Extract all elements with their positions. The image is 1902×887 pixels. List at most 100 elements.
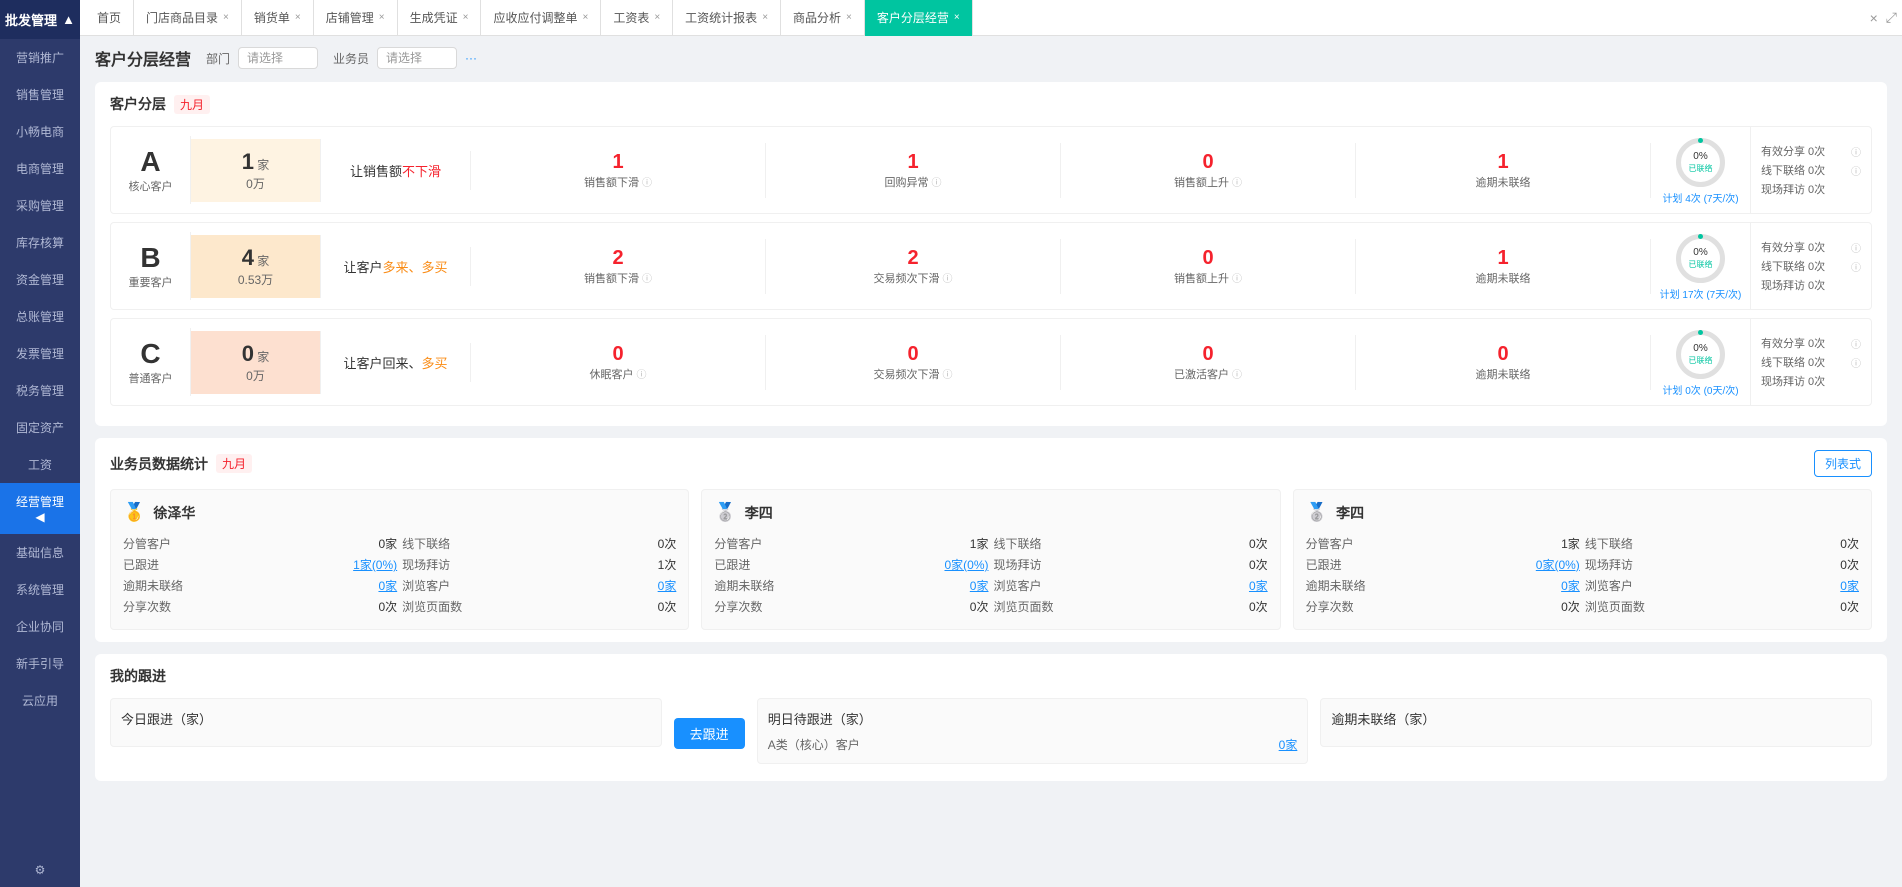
staff-stat-col-left: 分管客户 1家 已跟进 0家(0%) 逾期未联络 0家 [1306,533,1580,617]
medal-icon-0: 🥇 [123,502,145,523]
info-icon[interactable]: ⓘ [1851,144,1861,159]
tab-product-analysis[interactable]: 商品分析 × [781,0,865,36]
sidebar-item-sales[interactable]: 销售管理 [0,76,80,113]
close-icon[interactable]: × [582,12,588,23]
sidebar-item-ecommerce[interactable]: 电商管理 [0,150,80,187]
info-icon[interactable]: ⓘ [637,366,647,381]
info-icon[interactable]: ⓘ [1232,174,1242,189]
staff-stat-col-left: 分管客户 1家 已跟进 0家(0%) 逾期未联络 0家 [714,533,988,617]
list-item: 逾期未联络 0家 [714,575,988,596]
circle-sub: 计划 0次 (0天/次) [1662,382,1738,397]
info-icon[interactable]: ⓘ [943,366,953,381]
staff-select[interactable]: 请选择 [377,47,457,69]
sidebar-item-label: 新手引导 [5,655,75,672]
today-followup-title: 今日跟进（家） [121,709,651,728]
info-icon[interactable]: ⓘ [1851,163,1861,178]
staff-stats-0: 分管客户 0家 已跟进 1家(0%) 逾期未联络 0家 [123,533,676,617]
sidebar-item-ledger[interactable]: 总账管理 [0,298,80,335]
info-icon[interactable]: ⓘ [1851,355,1861,370]
sidebar-item-label: 云应用 [5,692,75,709]
staff-name-0: 徐泽华 [153,503,195,523]
staff-title: 业务员数据统计 [110,454,208,474]
info-icon[interactable]: ⓘ [943,270,953,285]
info-icon[interactable]: ⓘ [1851,240,1861,255]
staff-stats-2: 分管客户 1家 已跟进 0家(0%) 逾期未联络 0家 [1306,533,1859,617]
sidebar: 批发管理 ▲ 营销推广 销售管理 小畅电商 电商管理 采购管理 库存核算 资金管… [0,0,80,887]
close-all-icon[interactable]: × [1870,10,1878,26]
close-icon[interactable]: × [379,12,385,23]
sidebar-item-system[interactable]: 系统管理 [0,571,80,608]
tab-payroll[interactable]: 工资表 × [601,0,673,36]
sidebar-item-purchase[interactable]: 采购管理 [0,187,80,224]
info-icon[interactable]: ⓘ [1232,366,1242,381]
tab-voucher[interactable]: 生成凭证 × [398,0,482,36]
close-icon[interactable]: × [762,12,768,23]
tab-payroll-report[interactable]: 工资统计报表 × [673,0,781,36]
close-icon[interactable]: × [463,12,469,23]
sidebar-item-payroll[interactable]: 工资 [0,446,80,483]
sidebar-item-basic[interactable]: 基础信息 [0,534,80,571]
tier-stat-0: 1 销售额下滑 ⓘ [471,143,766,198]
sidebar-item-cloud[interactable]: 云应用 [0,682,80,719]
tier-stat-2: 0 销售额上升 ⓘ [1061,239,1356,294]
sidebar-item-label: 总账管理 [5,308,75,325]
sidebar-item-finance[interactable]: 资金管理 [0,261,80,298]
tier-stat-1: 1 回购异常 ⓘ [766,143,1061,198]
list-item: 分享次数 0次 [714,596,988,617]
tab-bar: 首页 门店商品目录 × 销货单 × 店铺管理 × 生成凭证 × 应收应付调整单 … [80,0,1902,36]
sidebar-item-tax[interactable]: 税务管理 [0,372,80,409]
goto-followup-button[interactable]: 去跟进 [674,718,745,749]
staff-grid: 🥇 徐泽华 分管客户 0家 已跟进 1家(0%) [110,489,1872,630]
sidebar-item-assets[interactable]: 固定资产 [0,409,80,446]
sidebar-settings[interactable]: ⚙ [0,853,80,887]
close-icon[interactable]: × [954,12,960,23]
dept-select[interactable]: 请选择 [238,47,318,69]
list-item: 逾期未联络 0家 [1306,575,1580,596]
list-item: 线下联络 0次 [1585,533,1859,554]
tab-store-manage[interactable]: 店铺管理 × [314,0,398,36]
sidebar-item-management[interactable]: 经营管理 ◀ [0,483,80,534]
sidebar-item-guide[interactable]: 新手引导 [0,645,80,682]
info-icon[interactable]: ⓘ [1851,259,1861,274]
info-icon[interactable]: ⓘ [1851,336,1861,351]
close-icon[interactable]: × [295,12,301,23]
staff-name-row-0: 🥇 徐泽华 [123,502,676,523]
tier-b-row: B 重要客户 4 家 0.53万 让客户多来、多买 2 [110,222,1872,310]
tab-home[interactable]: 首页 [85,0,134,36]
restore-icon[interactable]: ⤢ [1886,9,1897,26]
sidebar-item-marketing[interactable]: 营销推广 [0,39,80,76]
dept-filter: 部门 请选择 [206,47,318,69]
staff-month-badge: 九月 [216,454,252,473]
sidebar-title: 批发管理 [5,10,57,29]
staff-stat-col-right: 线下联络 0次 现场拜访 1次 浏览客户 0家 [402,533,676,617]
tier-amount: 0万 [246,175,265,192]
info-icon[interactable]: ⓘ [932,174,942,189]
info-icon[interactable]: ⓘ [642,174,652,189]
tier-count-num: 1 家 [242,149,270,175]
svg-text:0%: 0% [1693,343,1708,354]
staff-card-0: 🥇 徐泽华 分管客户 0家 已跟进 1家(0%) [110,489,689,630]
tier-a-progress: 0% 已联络 计划 4次 (7天/次) [1651,127,1751,213]
more-options-icon[interactable]: ··· [465,51,477,65]
tab-home-label: 首页 [97,9,121,26]
sidebar-item-collab[interactable]: 企业协同 [0,608,80,645]
sidebar-item-ecommerce-small[interactable]: 小畅电商 [0,113,80,150]
close-icon[interactable]: × [223,12,229,23]
page-header: 客户分层经营 部门 请选择 业务员 请选择 ··· [95,46,1887,70]
tomorrow-followup-card: 明日待跟进（家） A类（核心）客户 0家 [757,698,1309,764]
info-icon[interactable]: ⓘ [642,270,652,285]
month-badge: 九月 [174,95,210,114]
tab-store-products[interactable]: 门店商品目录 × [134,0,242,36]
list-item: 现场拜访 0次 [993,554,1267,575]
close-icon[interactable]: × [846,12,852,23]
sidebar-item-inventory[interactable]: 库存核算 [0,224,80,261]
sidebar-item-invoice[interactable]: 发票管理 [0,335,80,372]
list-view-button[interactable]: 列表式 [1814,450,1872,477]
tab-customer-tier[interactable]: 客户分层经营 × [865,0,973,36]
close-icon[interactable]: × [654,12,660,23]
tab-sales-order[interactable]: 销货单 × [242,0,314,36]
info-icon[interactable]: ⓘ [1232,270,1242,285]
tab-ap-adjust[interactable]: 应收应付调整单 × [481,0,601,36]
sidebar-header[interactable]: 批发管理 ▲ [0,0,80,39]
tier-a-label-small: A类（核心）客户 [768,736,860,753]
